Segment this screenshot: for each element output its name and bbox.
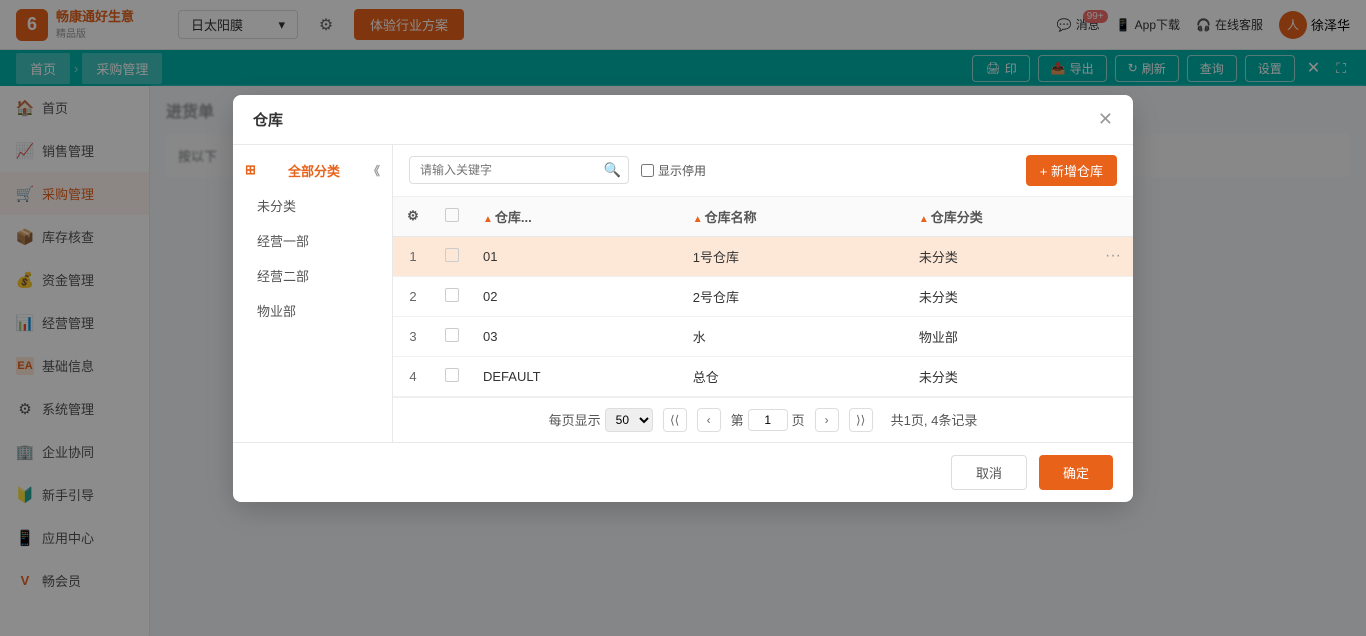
row-code-3: 03: [471, 316, 681, 356]
row-name-2: 2号仓库: [681, 276, 907, 316]
search-icon[interactable]: 🔍: [604, 162, 621, 179]
row-category-1: 未分类 ···: [907, 236, 1133, 276]
col-checkbox-header[interactable]: [433, 197, 471, 237]
col-name: ▲仓库名称: [681, 197, 907, 237]
table-toolbar: 🔍 显示停用 + 新增仓库: [393, 145, 1133, 197]
row-num: 2: [393, 276, 433, 316]
cat-item-operations1[interactable]: 经营一部: [233, 223, 392, 258]
col-settings: ⚙: [393, 197, 433, 237]
per-page-select: 每页显示 50: [549, 408, 653, 432]
per-page-dropdown[interactable]: 50: [605, 408, 653, 432]
row-name-3: 水: [681, 316, 907, 356]
table-row[interactable]: 2 02 2号仓库 未分类: [393, 276, 1133, 316]
page-suffix: 页: [792, 410, 805, 429]
show-disabled-checkbox[interactable]: [641, 164, 654, 177]
row-actions-icon-1[interactable]: ···: [1105, 247, 1121, 265]
table-row[interactable]: 1 01 1号仓库 未分类 ···: [393, 236, 1133, 276]
search-input[interactable]: [409, 156, 629, 184]
modal-body: ⊞ 全部分类 《 未分类 经营一部 经营二部 物业部 🔍: [233, 145, 1133, 442]
new-warehouse-button[interactable]: + 新增仓库: [1026, 155, 1117, 186]
checkbox-icon[interactable]: [445, 248, 459, 262]
modal-title: 仓库: [253, 109, 283, 130]
row-checkbox-3[interactable]: [433, 316, 471, 356]
checkbox-icon[interactable]: [445, 288, 459, 302]
prev-page-button[interactable]: ‹: [697, 408, 721, 432]
table-row[interactable]: 3 03 水 物业部: [393, 316, 1133, 356]
modal-header: 仓库 ✕: [233, 95, 1133, 145]
row-num: 1: [393, 236, 433, 276]
row-num: 3: [393, 316, 433, 356]
confirm-button[interactable]: 确定: [1039, 455, 1113, 490]
row-code-4: DEFAULT: [471, 356, 681, 396]
col-code: ▲仓库...: [471, 197, 681, 237]
row-checkbox-2[interactable]: [433, 276, 471, 316]
row-checkbox-1[interactable]: [433, 236, 471, 276]
cancel-button[interactable]: 取消: [951, 455, 1027, 490]
modal-footer: 取消 确定: [233, 442, 1133, 502]
show-disabled-label[interactable]: 显示停用: [641, 162, 706, 179]
checkbox-icon[interactable]: [445, 328, 459, 342]
grid-icon: ⊞: [245, 162, 256, 178]
row-name-1: 1号仓库: [681, 236, 907, 276]
gear-icon-th: ⚙: [407, 208, 419, 223]
row-checkbox-4[interactable]: [433, 356, 471, 396]
select-all-checkbox[interactable]: [445, 208, 459, 222]
next-page-button[interactable]: ›: [815, 408, 839, 432]
row-category-2: 未分类: [907, 276, 1133, 316]
data-table: ⚙ ▲仓库... ▲仓库名称 ▲仓库分类 1 01: [393, 197, 1133, 397]
pagination-bar: 每页显示 50 ⟨⟨ ‹ 第 页 › ⟩⟩ 共1页, 4条记录: [393, 397, 1133, 442]
page-input-wrap: 第 页: [731, 409, 805, 431]
modal-overlay: 仓库 ✕ ⊞ 全部分类 《 未分类 经营一部 经营二部 物业部: [0, 0, 1366, 636]
row-category-3: 物业部: [907, 316, 1133, 356]
cat-item-operations2[interactable]: 经营二部: [233, 258, 392, 293]
page-number-input[interactable]: [748, 409, 788, 431]
row-name-4: 总仓: [681, 356, 907, 396]
per-page-label: 每页显示: [549, 410, 601, 429]
warehouse-table: ⚙ ▲仓库... ▲仓库名称 ▲仓库分类 1 01: [393, 197, 1133, 397]
first-page-button[interactable]: ⟨⟨: [663, 408, 687, 432]
total-info: 共1页, 4条记录: [891, 410, 978, 429]
last-page-button[interactable]: ⟩⟩: [849, 408, 873, 432]
col-category: ▲仓库分类: [907, 197, 1133, 237]
row-num: 4: [393, 356, 433, 396]
cat-item-property[interactable]: 物业部: [233, 293, 392, 328]
table-area: 🔍 显示停用 + 新增仓库 ⚙: [393, 145, 1133, 442]
category-all[interactable]: ⊞ 全部分类 《: [233, 153, 392, 188]
category-all-label: 全部分类: [288, 161, 340, 180]
show-disabled-text: 显示停用: [658, 162, 706, 179]
row-code-1: 01: [471, 236, 681, 276]
warehouse-modal: 仓库 ✕ ⊞ 全部分类 《 未分类 经营一部 经营二部 物业部: [233, 95, 1133, 502]
search-wrap: 🔍: [409, 156, 629, 184]
page-label: 第: [731, 410, 744, 429]
category-sidebar: ⊞ 全部分类 《 未分类 经营一部 经营二部 物业部: [233, 145, 393, 442]
cat-item-unclassified[interactable]: 未分类: [233, 188, 392, 223]
row-category-4: 未分类: [907, 356, 1133, 396]
modal-close-button[interactable]: ✕: [1098, 110, 1113, 128]
row-code-2: 02: [471, 276, 681, 316]
table-row[interactable]: 4 DEFAULT 总仓 未分类: [393, 356, 1133, 396]
checkbox-icon[interactable]: [445, 368, 459, 382]
cat-collapse-icon[interactable]: 《: [368, 162, 380, 179]
